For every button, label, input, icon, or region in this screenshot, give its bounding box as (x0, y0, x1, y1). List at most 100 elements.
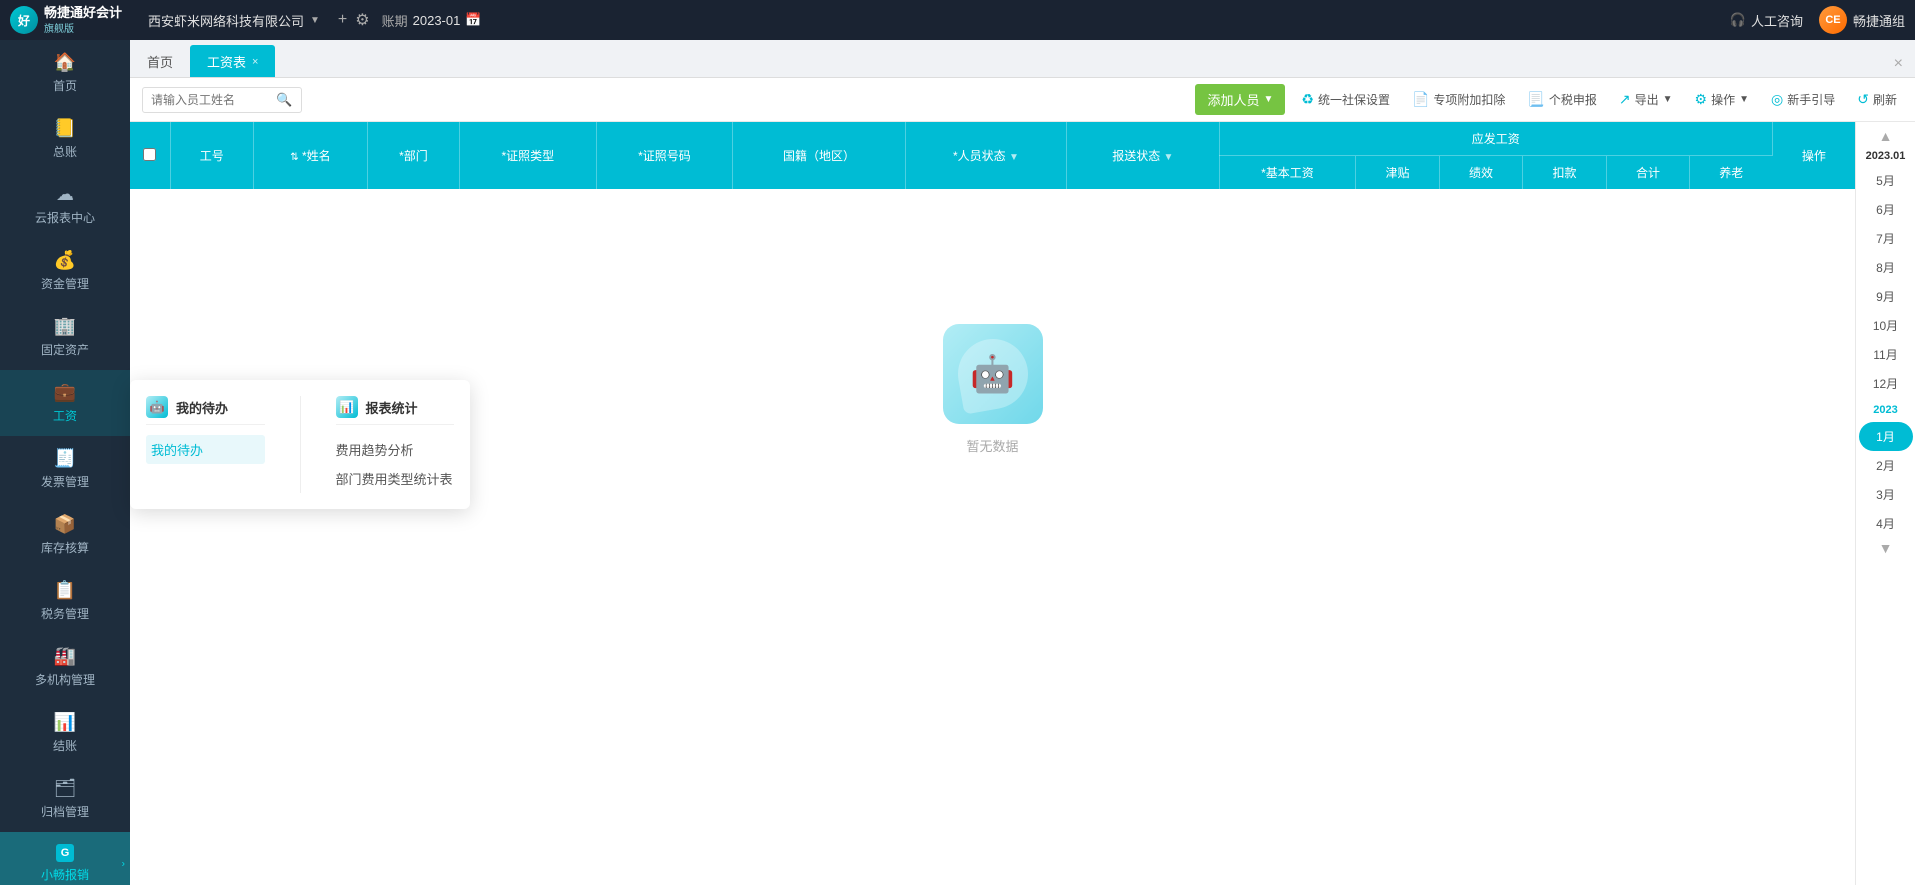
cloud-icon: ☁ (56, 184, 74, 205)
logo-title: 畅捷通好会计 (44, 5, 122, 21)
customer-service[interactable]: 🎧 人工咨询 (1730, 11, 1803, 30)
filter-report-status-icon[interactable]: ▼ (1164, 152, 1174, 163)
search-icon[interactable]: 🔍 (276, 92, 292, 108)
sidebar-item-tax[interactable]: 📋 税务管理 (0, 568, 130, 634)
calendar-nav-up[interactable]: ▲ (1877, 126, 1895, 146)
sidebar-label: 归档管理 (41, 803, 89, 820)
th-name: ⇅ *姓名 (253, 122, 367, 189)
logo-icon: 好 (10, 6, 38, 34)
sidebar-label: 云报表中心 (35, 209, 95, 226)
sidebar-item-archive[interactable]: 🗂 归档管理 (0, 766, 130, 832)
th-person-status: *人员状态 ▼ (905, 122, 1066, 189)
search-input[interactable] (151, 93, 271, 107)
tab-salary[interactable]: 工资表 × (190, 45, 275, 77)
refresh-button[interactable]: ↺ 刷新 (1851, 87, 1903, 112)
select-all-checkbox[interactable] (143, 148, 156, 161)
archive-icon: 🗂 (54, 778, 77, 799)
calendar-nav-down[interactable]: ▼ (1877, 538, 1895, 558)
salary-table: 工号 ⇅ *姓名 *部门 *证照类型 *证照号码 国籍（地区） *人员状态 (130, 122, 1855, 589)
th-action: 操作 (1772, 122, 1855, 189)
sidebar-item-cloud-report[interactable]: ☁ 云报表中心 (0, 172, 130, 238)
social-security-label: 统一社保设置 (1318, 91, 1390, 108)
sidebar-item-multi-org[interactable]: 🏭 多机构管理 (0, 634, 130, 700)
th-cert-type: *证照类型 (460, 122, 597, 189)
popup-item-my-todo[interactable]: 我的待办 (146, 435, 265, 464)
special-deduct-icon: 📄 (1412, 91, 1429, 108)
popup-row: 🤖 我的待办 我的待办 📊 报表统计 费用趋势分析 部门费用类型统计表 (146, 396, 454, 493)
sidebar-item-close[interactable]: 📊 结账 (0, 700, 130, 766)
month-5[interactable]: 5月 (1859, 166, 1913, 195)
filter-person-status-icon[interactable]: ▼ (1009, 152, 1019, 163)
add-person-label: 添加人员 (1207, 90, 1259, 109)
logo-subtitle: 旗舰版 (44, 20, 122, 35)
month-9[interactable]: 9月 (1859, 282, 1913, 311)
popup-menu: 🤖 我的待办 我的待办 📊 报表统计 费用趋势分析 部门费用类型统计表 (130, 380, 470, 509)
operation-button[interactable]: ⚙ 操作 ▼ (1689, 87, 1755, 112)
popup-divider (300, 396, 301, 493)
operation-label: 操作 (1711, 91, 1735, 108)
popup-right-title-label: 报表统计 (366, 398, 418, 417)
special-deduct-label: 专项附加扣除 (1433, 91, 1505, 108)
month-8[interactable]: 8月 (1859, 253, 1913, 282)
popup-item-expense-trend[interactable]: 费用趋势分析 (336, 435, 455, 464)
sidebar-item-fund[interactable]: 💰 资金管理 (0, 238, 130, 304)
month-2[interactable]: 2月 (1859, 451, 1913, 480)
sidebar-item-inventory[interactable]: 📦 库存核算 (0, 502, 130, 568)
settings-icon[interactable]: ⚙ (355, 10, 369, 30)
sidebar-item-ledger[interactable]: 📒 总账 (0, 106, 130, 172)
calendar-header: 2023.01 (1864, 146, 1908, 166)
chevron-down-icon: ▼ (310, 15, 320, 26)
new-guide-button[interactable]: ◎ 新手引导 (1765, 87, 1841, 112)
sidebar-label: 税务管理 (41, 605, 89, 622)
salary-icon: 💼 (54, 382, 76, 403)
month-7[interactable]: 7月 (1859, 224, 1913, 253)
th-salary-group: 应发工资 (1219, 122, 1772, 156)
month-10[interactable]: 10月 (1859, 311, 1913, 340)
export-dropdown-icon: ▼ (1663, 94, 1673, 105)
tab-home[interactable]: 首页 (130, 45, 190, 77)
sidebar-item-fixed-asset[interactable]: 🏢 固定资产 (0, 304, 130, 370)
tab-close-icon[interactable]: × (252, 56, 258, 68)
export-button[interactable]: ↗ 导出 ▼ (1613, 87, 1679, 112)
add-company-button[interactable]: + (338, 11, 347, 29)
tab-bar-right: × (275, 51, 1915, 77)
month-6[interactable]: 6月 (1859, 195, 1913, 224)
close-panel-button[interactable]: × (1890, 51, 1907, 77)
operation-icon: ⚙ (1695, 91, 1708, 108)
tab-home-label: 首页 (147, 52, 173, 71)
th-cert-no: *证照号码 (596, 122, 733, 189)
sidebar-item-invoice[interactable]: 🧾 发票管理 (0, 436, 130, 502)
popup-item-dept-expense[interactable]: 部门费用类型统计表 (336, 464, 455, 493)
sidebar-label: 固定资产 (41, 341, 89, 358)
sort-name-icon: ⇅ (290, 152, 298, 163)
month-3[interactable]: 3月 (1859, 480, 1913, 509)
sidebar-label: 首页 (53, 77, 77, 94)
sidebar-label: 发票管理 (41, 473, 89, 490)
company-selector[interactable]: 西安虾米网络科技有限公司 ▼ (140, 7, 328, 34)
logo-area: 好 畅捷通好会计 旗舰版 (10, 5, 140, 36)
sidebar-item-salary[interactable]: 💼 工资 (0, 370, 130, 436)
new-guide-toolbar-icon: ◎ (1771, 91, 1783, 108)
close-accounts-icon: 📊 (54, 712, 76, 733)
th-checkbox[interactable] (130, 122, 170, 189)
toolbar: 🔍 添加人员 ▼ ♻ 统一社保设置 📄 专项附加扣除 📃 个税申报 ↗ 导出 (130, 78, 1915, 122)
special-deduct-button[interactable]: 📄 专项附加扣除 (1406, 87, 1511, 112)
month-12[interactable]: 12月 (1859, 369, 1913, 398)
month-1[interactable]: 1月 (1859, 422, 1913, 451)
top-header: 好 畅捷通好会计 旗舰版 西安虾米网络科技有限公司 ▼ + ⚙ 账期 2023-… (0, 0, 1915, 40)
sidebar-label: 多机构管理 (35, 671, 95, 688)
calendar-icon[interactable]: 📅 (465, 12, 481, 28)
personal-tax-button[interactable]: 📃 个税申报 (1521, 87, 1602, 112)
add-person-button[interactable]: 添加人员 ▼ (1195, 84, 1285, 115)
operation-dropdown-icon: ▼ (1739, 94, 1749, 105)
avatar: CE (1819, 6, 1847, 34)
social-security-button[interactable]: ♻ 统一社保设置 (1295, 87, 1396, 112)
month-11[interactable]: 11月 (1859, 340, 1913, 369)
sidebar-label: 库存核算 (41, 539, 89, 556)
month-4[interactable]: 4月 (1859, 509, 1913, 538)
user-info[interactable]: CE 畅捷通组 (1819, 6, 1905, 34)
search-wrap: 🔍 (142, 87, 302, 113)
sidebar-item-xiao-chang[interactable]: G 小畅报销 › (0, 832, 130, 885)
headset-icon: 🎧 (1730, 12, 1746, 28)
sidebar-item-home[interactable]: 🏠 首页 (0, 40, 130, 106)
